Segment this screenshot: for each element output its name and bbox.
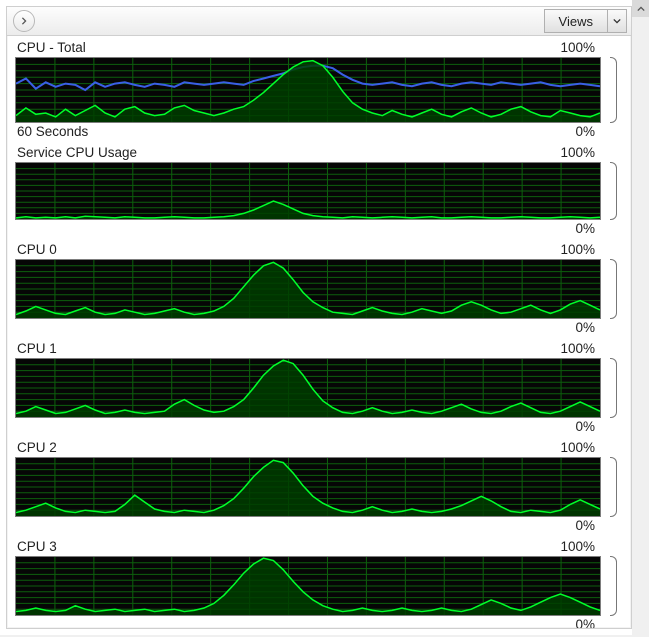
chevron-down-icon — [613, 17, 621, 25]
chart-y-min-label: 0% — [575, 221, 595, 236]
chart-y-min-label: 0% — [575, 419, 595, 434]
chart-canvas[interactable] — [15, 259, 601, 319]
axis-bracket — [607, 162, 623, 220]
chart-cpu-0: CPU 0 100% 0% — [15, 242, 623, 335]
chart-x-label: 60 Seconds — [17, 124, 88, 139]
chart-title: CPU 0 — [17, 242, 57, 257]
chart-canvas[interactable] — [15, 57, 601, 123]
axis-bracket — [607, 57, 623, 123]
scroll-up-button[interactable] — [632, 0, 649, 17]
chart-canvas[interactable] — [15, 457, 601, 517]
chart-y-max-label: 100% — [560, 440, 595, 455]
axis-bracket — [607, 259, 623, 319]
chevron-right-icon — [20, 17, 28, 25]
chart-cpu-3: CPU 3 100% 0% — [15, 539, 623, 629]
chevron-up-icon — [637, 5, 645, 13]
resource-monitor-panel: Views CPU - Total100%60 Seconds0%Service… — [6, 6, 632, 629]
chart-title: CPU 2 — [17, 440, 57, 455]
views-button[interactable]: Views — [544, 9, 627, 33]
chart-y-min-label: 0% — [575, 617, 595, 629]
chart-title: CPU - Total — [17, 40, 86, 55]
chart-y-max-label: 100% — [560, 539, 595, 554]
chart-title: Service CPU Usage — [17, 145, 137, 160]
vertical-scrollbar[interactable] — [632, 0, 649, 637]
axis-bracket — [607, 457, 623, 517]
chart-y-min-label: 0% — [575, 518, 595, 533]
views-dropdown-arrow[interactable] — [607, 10, 626, 32]
chart-canvas[interactable] — [15, 358, 601, 418]
chart-y-max-label: 100% — [560, 242, 595, 257]
chart-y-max-label: 100% — [560, 40, 595, 55]
chart-canvas[interactable] — [15, 162, 601, 220]
axis-bracket — [607, 358, 623, 418]
chart-cpu-1: CPU 1 100% 0% — [15, 341, 623, 434]
charts-container: CPU - Total100%60 Seconds0%Service CPU U… — [7, 36, 631, 629]
chart-y-max-label: 100% — [560, 341, 595, 356]
expand-button[interactable] — [13, 10, 35, 32]
chart-y-min-label: 0% — [575, 320, 595, 335]
chart-cpu-2: CPU 2 100% 0% — [15, 440, 623, 533]
chart-y-max-label: 100% — [560, 145, 595, 160]
views-label: Views — [545, 10, 607, 32]
chart-cpu-total: CPU - Total 100% 60 Seconds 0% — [15, 40, 623, 139]
chart-title: CPU 3 — [17, 539, 57, 554]
chart-y-min-label: 0% — [575, 124, 595, 139]
chart-canvas[interactable] — [15, 556, 601, 616]
chart-service-cpu-usage: Service CPU Usage 100% 0% — [15, 145, 623, 236]
toolbar: Views — [7, 7, 631, 36]
axis-bracket — [607, 556, 623, 616]
chart-title: CPU 1 — [17, 341, 57, 356]
